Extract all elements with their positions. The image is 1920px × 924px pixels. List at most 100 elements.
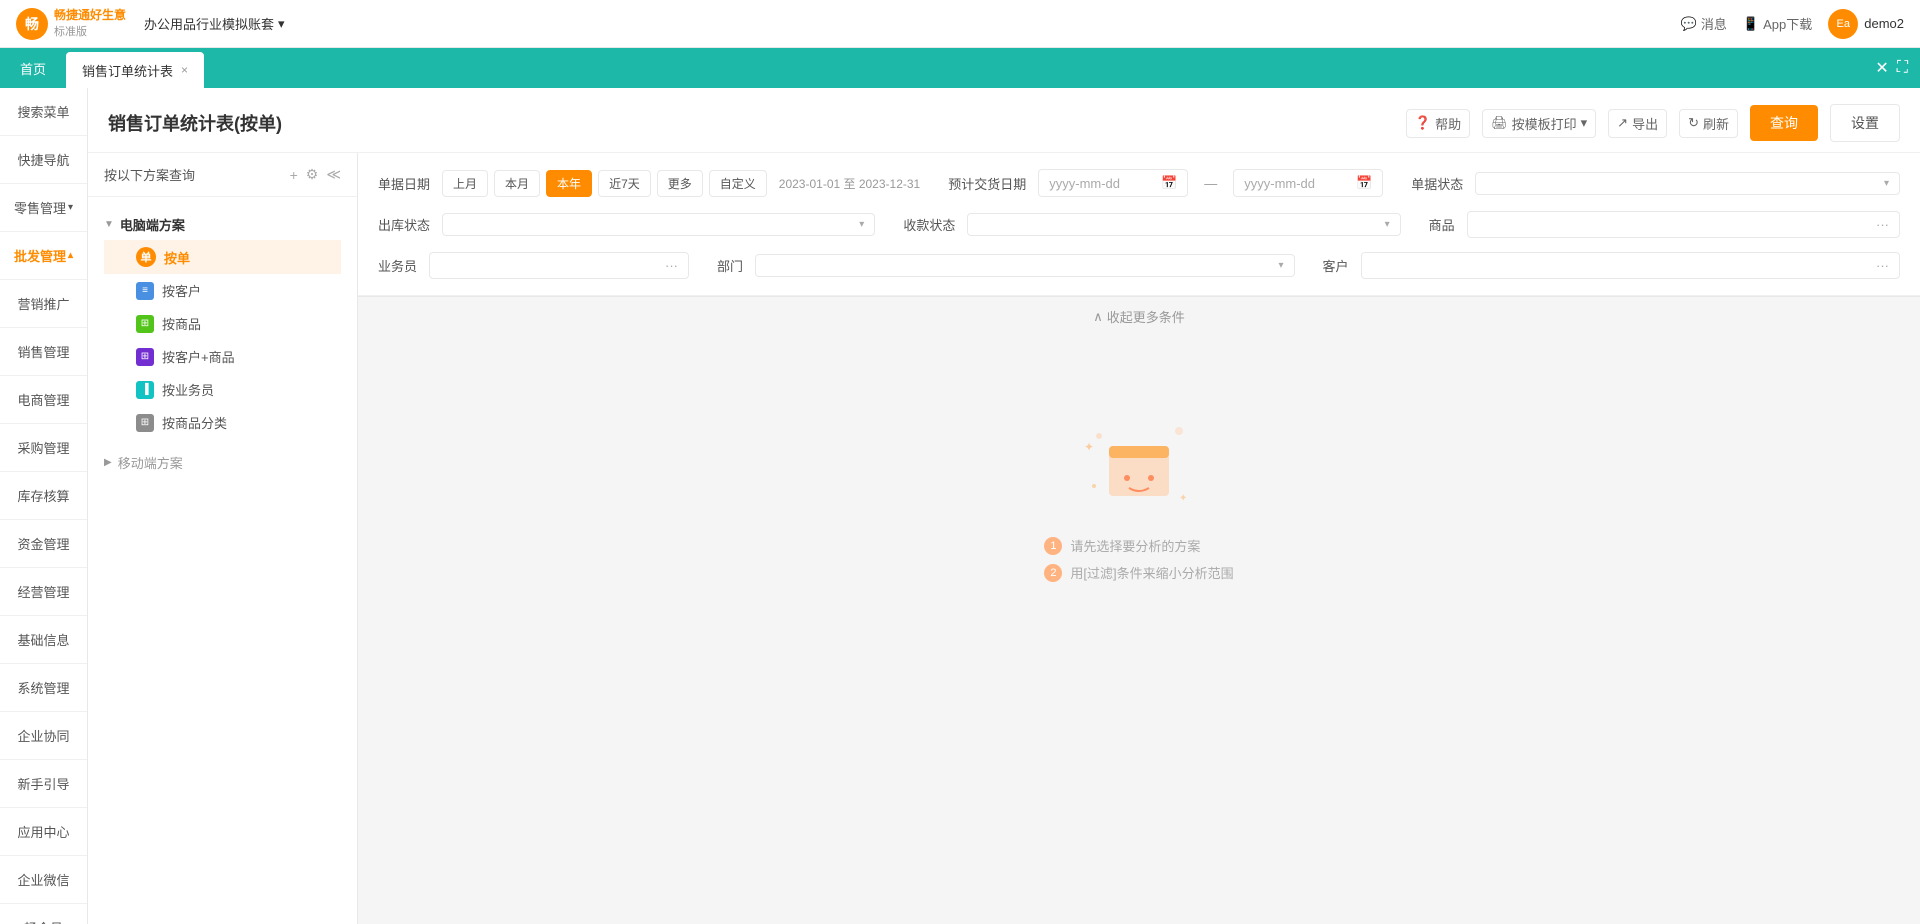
filter-area: 单据日期 上月 本月 本年 近7天 更多 自定义 2023-01-01 至 20… — [358, 153, 1920, 296]
collect-status-select[interactable]: ▾ — [967, 213, 1400, 236]
left-panel-header: 按以下方案查询 + ⚙ ≪ — [88, 153, 357, 197]
sidebar-item-marketing[interactable]: 营销推广 — [0, 280, 87, 328]
date-last-month[interactable]: 上月 — [442, 170, 488, 197]
hint-1: 1 请先选择要分析的方案 — [1044, 536, 1233, 555]
sidebar-item-newbie[interactable]: 新手引导 — [0, 760, 87, 808]
tab-close-button[interactable]: × — [181, 63, 188, 77]
chevron-down-icon: ▾ — [68, 202, 73, 213]
tab-sales-order-stats[interactable]: 销售订单统计表 × — [66, 52, 204, 88]
sidebar: 搜索菜单 快捷导航 零售管理 ▾ 批发管理 ▴ 营销推广 销售管理 电商管理 采 — [0, 88, 88, 924]
user-name: demo2 — [1864, 16, 1904, 31]
right-panel: 单据日期 上月 本月 本年 近7天 更多 自定义 2023-01-01 至 20… — [358, 153, 1920, 924]
plan-item-by-customer-goods[interactable]: ⊞ 按客户+商品 — [104, 340, 341, 373]
expected-date-label: 预计交货日期 — [948, 174, 1026, 193]
plan-section: ▼ 电脑端方案 单 按单 ≡ 按客户 — [88, 197, 357, 490]
plan-item-by-customer[interactable]: ≡ 按客户 — [104, 274, 341, 307]
export-button[interactable]: ↗ 导出 — [1608, 109, 1667, 138]
logo-area: 畅 畅捷通好生意 标准版 — [16, 8, 126, 40]
topbar-left: 畅 畅捷通好生意 标准版 办公用品行业模拟账套 ▾ — [16, 8, 293, 40]
out-status-select[interactable]: ▾ — [442, 213, 875, 236]
refresh-button[interactable]: ↻ 刷新 — [1679, 109, 1738, 138]
plan-item-by-goods[interactable]: ⊞ 按商品 — [104, 307, 341, 340]
date-label: 单据日期 — [378, 174, 430, 193]
expand-icon[interactable]: ⛶ — [1897, 59, 1908, 77]
sidebar-item-operations[interactable]: 经营管理 — [0, 568, 87, 616]
svg-text:✦: ✦ — [1179, 493, 1187, 504]
app-download-button[interactable]: 📱 App下载 — [1743, 14, 1812, 33]
chevron-down-icon: ▾ — [278, 16, 285, 32]
salesman-input[interactable]: ··· — [429, 252, 689, 279]
date-this-month[interactable]: 本月 — [494, 170, 540, 197]
expected-date-end-input[interactable]: yyyy-mm-dd 📅 — [1233, 169, 1383, 197]
empty-svg: ✦ ✦ — [1079, 416, 1199, 516]
main-layout: 搜索菜单 快捷导航 零售管理 ▾ 批发管理 ▴ 营销推广 销售管理 电商管理 采 — [0, 88, 1920, 924]
pc-plan-group-title[interactable]: ▼ 电脑端方案 — [104, 209, 341, 240]
add-plan-icon[interactable]: + — [290, 167, 298, 183]
expected-date-start-input[interactable]: yyyy-mm-dd 📅 — [1038, 169, 1188, 197]
calendar-icon: 📅 — [1356, 175, 1372, 191]
sidebar-item-finance[interactable]: 资金管理 — [0, 520, 87, 568]
export-icon: ↗ — [1617, 115, 1628, 131]
sidebar-item-appcenter[interactable]: 应用中心 — [0, 808, 87, 856]
dept-select[interactable]: ▾ — [755, 254, 1294, 277]
sidebar-item-quick-nav[interactable]: 快捷导航 — [0, 136, 87, 184]
topbar-right: 💬 消息 📱 App下载 Ea demo2 — [1681, 9, 1904, 39]
query-button[interactable]: 查询 — [1750, 105, 1818, 141]
sidebar-item-basic[interactable]: 基础信息 — [0, 616, 87, 664]
ellipsis-icon: ··· — [1876, 217, 1889, 232]
avatar: Ea — [1828, 9, 1858, 39]
out-status-label: 出库状态 — [378, 215, 430, 234]
chevron-up-icon: ▴ — [68, 250, 73, 261]
date-this-year[interactable]: 本年 — [546, 170, 592, 197]
dept-label: 部门 — [717, 256, 743, 275]
sidebar-item-retail[interactable]: 零售管理 ▾ — [0, 184, 87, 232]
plan-icon-customer: ≡ — [136, 282, 154, 300]
chevron-down-icon: ▾ — [859, 219, 864, 230]
empty-illustration: ✦ ✦ — [1079, 416, 1199, 516]
message-button[interactable]: 💬 消息 — [1681, 14, 1727, 33]
date-custom[interactable]: 自定义 — [709, 170, 767, 197]
plan-item-by-goods-category[interactable]: ⊞ 按商品分类 — [104, 406, 341, 439]
tab-home[interactable]: 首页 — [0, 48, 66, 88]
ellipsis-icon: ··· — [665, 258, 678, 273]
page-actions: ❓ 帮助 🖨 按模板打印 ▾ ↗ 导出 ↻ 刷新 查询 设置 — [1406, 104, 1900, 142]
sidebar-item-company[interactable]: 企业协同 — [0, 712, 87, 760]
triangle-right-icon: ▶ — [104, 457, 112, 468]
left-panel-icons: + ⚙ ≪ — [290, 166, 341, 183]
industry-selector[interactable]: 办公用品行业模拟账套 ▾ — [136, 10, 293, 37]
sidebar-item-ecommerce[interactable]: 电商管理 — [0, 376, 87, 424]
date-more[interactable]: 更多 — [657, 170, 703, 197]
query-hints: 1 请先选择要分析的方案 2 用[过滤]条件来缩小分析范围 — [1044, 536, 1233, 582]
filter-row-2: 出库状态 ▾ 收款状态 ▾ 商品 ··· — [378, 211, 1900, 238]
sidebar-item-wholesale[interactable]: 批发管理 ▴ — [0, 232, 87, 280]
ellipsis-icon: ··· — [1876, 258, 1889, 273]
content-area: 销售订单统计表(按单) ❓ 帮助 🖨 按模板打印 ▾ ↗ 导出 ↻ 刷新 — [88, 88, 1920, 924]
settings-button[interactable]: 设置 — [1830, 104, 1900, 142]
topbar: 畅 畅捷通好生意 标准版 办公用品行业模拟账套 ▾ 💬 消息 📱 App下载 E… — [0, 0, 1920, 48]
goods-input[interactable]: ··· — [1467, 211, 1900, 238]
close-window-icon[interactable]: ✕ — [1875, 58, 1888, 78]
plan-item-by-salesman[interactable]: ▐ 按业务员 — [104, 373, 341, 406]
user-info[interactable]: Ea demo2 — [1828, 9, 1904, 39]
main-content: 按以下方案查询 + ⚙ ≪ ▼ 电脑端方案 — [88, 153, 1920, 924]
plan-item-by-order[interactable]: 单 按单 — [104, 240, 341, 274]
sidebar-item-search[interactable]: 搜索菜单 — [0, 88, 87, 136]
sidebar-item-purchase[interactable]: 采购管理 — [0, 424, 87, 472]
settings-plan-icon[interactable]: ⚙ — [306, 166, 319, 183]
customer-input[interactable]: ··· — [1361, 252, 1900, 279]
sidebar-item-sales[interactable]: 销售管理 — [0, 328, 87, 376]
sidebar-item-inventory[interactable]: 库存核算 — [0, 472, 87, 520]
filter-row-1: 单据日期 上月 本月 本年 近7天 更多 自定义 2023-01-01 至 20… — [378, 169, 1900, 197]
mobile-plan-group-title[interactable]: ▶ 移动端方案 — [104, 447, 341, 478]
plan-icon-goods-category: ⊞ — [136, 414, 154, 432]
sidebar-item-wechat[interactable]: 企业微信 — [0, 856, 87, 904]
help-button[interactable]: ❓ 帮助 — [1406, 109, 1470, 138]
print-button[interactable]: 🖨 按模板打印 ▾ — [1482, 109, 1596, 138]
sidebar-item-system[interactable]: 系统管理 — [0, 664, 87, 712]
doc-status-select[interactable]: ▾ — [1475, 172, 1900, 195]
sidebar-item-member[interactable]: 畅会员 — [0, 904, 87, 924]
date-last7days[interactable]: 近7天 — [598, 170, 651, 197]
collapse-bar[interactable]: ∧ 收起更多条件 — [358, 296, 1920, 336]
print-icon: 🖨 — [1491, 115, 1508, 131]
collapse-panel-icon[interactable]: ≪ — [326, 166, 341, 183]
